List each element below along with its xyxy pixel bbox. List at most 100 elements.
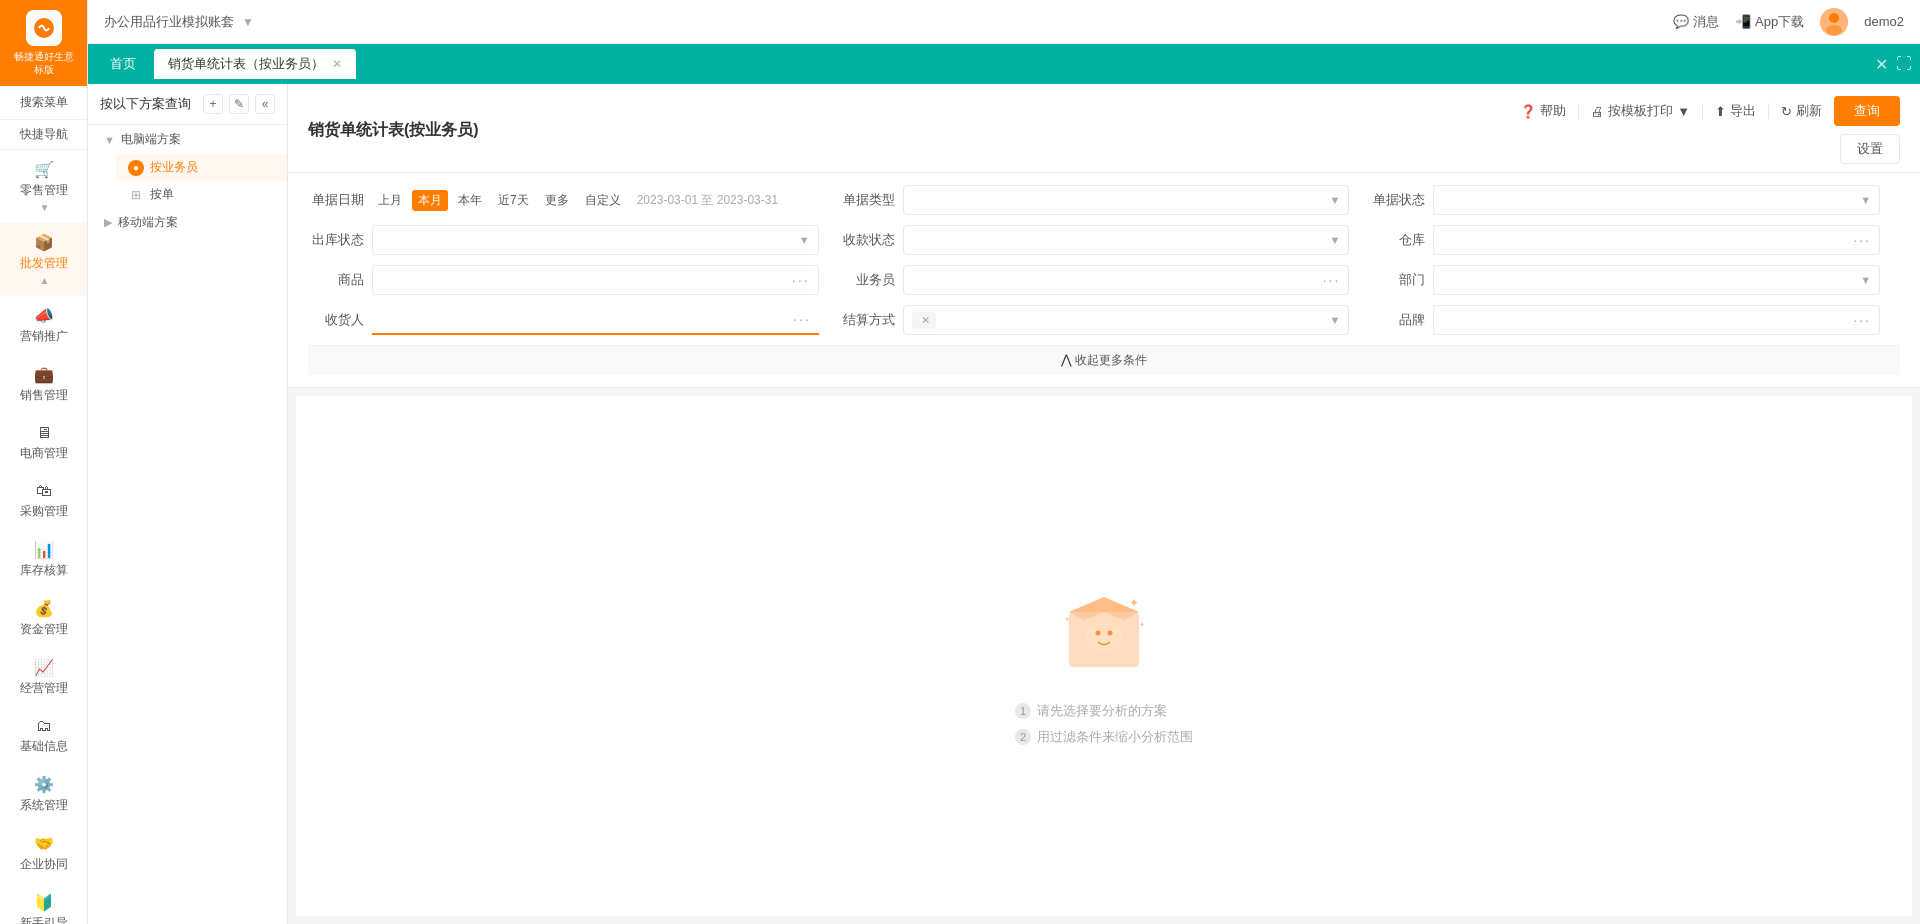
product-select[interactable]: ··· (372, 265, 819, 295)
app-download-button[interactable]: 📲 App下载 (1735, 13, 1804, 31)
date-tab-this-month[interactable]: 本月 (412, 190, 448, 211)
export-button[interactable]: ⬆ 导出 (1715, 102, 1756, 120)
svg-point-3 (1826, 25, 1842, 35)
product-dots-icon: ··· (792, 272, 810, 288)
pay-status-arrow-icon: ▼ (1329, 234, 1340, 246)
receiver-input[interactable]: ··· (372, 305, 819, 335)
refresh-icon: ↻ (1781, 104, 1792, 119)
collapse-bar[interactable]: ⋀ 收起更多条件 (308, 345, 1900, 375)
top-header-left: 办公用品行业模拟账套 ▼ (104, 13, 254, 31)
salesperson-dots-icon: ··· (1323, 272, 1341, 288)
brand-dots-icon: ··· (1853, 312, 1871, 328)
query-button[interactable]: 查询 (1834, 96, 1900, 126)
filter-doc-status: 单据状态 ▼ (1369, 185, 1900, 215)
svg-point-7 (1108, 631, 1113, 636)
date-label: 单据日期 (308, 191, 364, 209)
out-status-select[interactable]: ▼ (372, 225, 819, 255)
filter-row-4: 收货人 ··· 结算方式 ✕ ▼ (308, 305, 1900, 335)
warehouse-select[interactable]: ··· (1433, 225, 1880, 255)
active-indicator: ● (128, 160, 144, 176)
tree-children-desktop: ● 按业务员 ⊞ 按单 (88, 154, 287, 208)
warehouse-dots-icon: ··· (1853, 232, 1871, 248)
download-icon: 📲 (1735, 14, 1751, 29)
left-panel-title: 按以下方案查询 (100, 95, 191, 113)
sidebar-item-purchase[interactable]: 🛍 采购管理 (0, 472, 87, 530)
logo-text: 畅捷通好生意 标版 (14, 50, 74, 76)
date-tab-custom[interactable]: 自定义 (579, 190, 627, 211)
tab-bar: 首页 销货单统计表（按业务员） ✕ ✕ ⛶ (88, 44, 1920, 84)
date-range-text: 2023-03-01 至 2023-03-31 (637, 192, 778, 209)
sidebar-item-enterprise[interactable]: 🤝 企业协同 (0, 824, 87, 883)
add-scheme-button[interactable]: + (203, 94, 223, 114)
page-header-right: ❓ 帮助 🖨 按模板打印 ▼ ⬆ 导出 (1520, 96, 1900, 164)
brand-select[interactable]: ··· (1433, 305, 1880, 335)
date-tab-last-month[interactable]: 上月 (372, 190, 408, 211)
out-status-label: 出库状态 (308, 231, 364, 249)
tab-maximize-icon[interactable]: ⛶ (1896, 55, 1912, 74)
message-icon: 💬 (1673, 14, 1689, 29)
tree-node-mobile[interactable]: ▶ 移动端方案 (88, 208, 287, 237)
svg-text:✦: ✦ (1139, 621, 1145, 628)
sidebar-item-newbie[interactable]: 🔰 新手引导 (0, 883, 87, 924)
ecommerce-icon: 🖥 (36, 424, 52, 442)
enterprise-icon: 🤝 (34, 834, 54, 853)
date-tab-more[interactable]: 更多 (539, 190, 575, 211)
settings-button[interactable]: 设置 (1840, 134, 1900, 164)
sidebar-item-retail[interactable]: 🛒 零售管理 ▼ (0, 150, 87, 223)
edit-scheme-button[interactable]: ✎ (229, 94, 249, 114)
template-print-button[interactable]: 🖨 按模板打印 ▼ (1591, 102, 1690, 120)
filter-salesperson: 业务员 ··· (839, 265, 1370, 295)
step2-text: 用过滤条件来缩小分析范围 (1037, 724, 1193, 750)
doc-status-select[interactable]: ▼ (1433, 185, 1880, 215)
sidebar-item-ecommerce[interactable]: 🖥 电商管理 (0, 414, 87, 472)
date-filter: 上月 本月 本年 近7天 更多 自定义 2023-03-01 至 2023-03… (372, 190, 819, 211)
tree-label-mobile: 移动端方案 (118, 214, 178, 231)
sidebar-item-wholesale[interactable]: 📦 批发管理 ▲ (0, 223, 87, 296)
doc-type-arrow-icon: ▼ (1329, 194, 1340, 206)
tree-item-by-salesperson[interactable]: ● 按业务员 (116, 154, 287, 181)
help-button[interactable]: ❓ 帮助 (1520, 102, 1566, 120)
sidebar-item-finance[interactable]: 💰 资金管理 (0, 589, 87, 648)
receiver-dots-icon: ··· (793, 311, 811, 327)
pay-status-select[interactable]: ▼ (903, 225, 1350, 255)
tab-close-all-icon[interactable]: ✕ (1875, 55, 1888, 74)
step2-num: 2 (1015, 729, 1031, 745)
filter-brand: 品牌 ··· (1369, 305, 1900, 335)
message-button[interactable]: 💬 消息 (1673, 13, 1719, 31)
sidebar-item-marketing[interactable]: 📣 营销推广 (0, 296, 87, 355)
filter-doc-type: 单据类型 ▼ (839, 185, 1370, 215)
salesperson-select[interactable]: ··· (903, 265, 1350, 295)
purchase-icon: 🛍 (36, 482, 52, 500)
tab-sales-stat[interactable]: 销货单统计表（按业务员） ✕ (154, 49, 356, 79)
sidebar-quicknav[interactable]: 快捷导航 (0, 120, 87, 150)
svg-point-5 (1086, 623, 1122, 651)
sidebar-item-inventory[interactable]: 📊 库存核算 (0, 530, 87, 589)
sidebar-item-sales[interactable]: 💼 销售管理 (0, 355, 87, 414)
tab-home[interactable]: 首页 (96, 49, 150, 79)
sidebar-item-operation[interactable]: 📈 经营管理 (0, 648, 87, 707)
tree-item-by-order[interactable]: ⊞ 按单 (116, 181, 287, 208)
date-tab-last7[interactable]: 近7天 (492, 190, 535, 211)
settlement-label: 结算方式 (839, 311, 895, 329)
filter-product: 商品 ··· (308, 265, 839, 295)
sidebar-item-system[interactable]: ⚙️ 系统管理 (0, 765, 87, 824)
step1-num: 1 (1015, 703, 1031, 719)
filter-row-1: 单据日期 上月 本月 本年 近7天 更多 自定义 2023-03-01 至 20… (308, 185, 1900, 215)
date-tab-this-year[interactable]: 本年 (452, 190, 488, 211)
refresh-button[interactable]: ↻ 刷新 (1781, 102, 1822, 120)
doc-type-select[interactable]: ▼ (903, 185, 1350, 215)
tree-node-desktop[interactable]: ▼ 电脑端方案 (88, 125, 287, 154)
tab-close-icon[interactable]: ✕ (332, 57, 342, 71)
username-label[interactable]: demo2 (1864, 14, 1904, 29)
wholesale-icon: 📦 (34, 233, 54, 252)
sidebar-search[interactable]: 搜索菜单 (0, 86, 87, 120)
department-select[interactable]: ▼ (1433, 265, 1880, 295)
order-icon: ⊞ (128, 187, 144, 203)
avatar[interactable] (1820, 8, 1848, 36)
svg-text:✦: ✦ (1064, 615, 1071, 624)
collapse-panel-button[interactable]: « (255, 94, 275, 114)
settlement-select[interactable]: ✕ ▼ (903, 305, 1350, 335)
settlement-clear-icon[interactable]: ✕ (921, 314, 930, 327)
sidebar-item-basic[interactable]: 🗂 基础信息 (0, 707, 87, 765)
logo-icon (26, 10, 62, 46)
